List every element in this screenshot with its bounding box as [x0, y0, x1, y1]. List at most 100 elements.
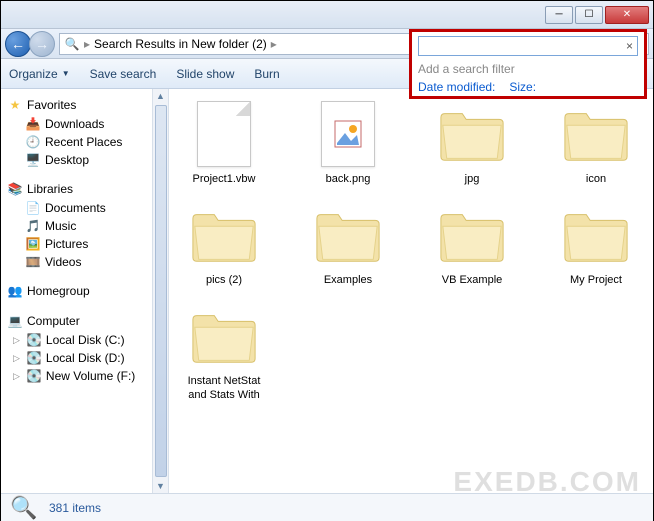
save-search-label: Save search	[90, 67, 157, 81]
sidebar-item-downloads[interactable]: 📥 Downloads	[25, 115, 150, 133]
drive-icon: 💽	[26, 368, 42, 384]
folder-icon	[561, 200, 631, 270]
star-icon: ★	[7, 97, 23, 113]
search-input[interactable]	[423, 38, 613, 54]
libraries-header[interactable]: 📚 Libraries	[7, 179, 150, 199]
documents-icon: 📄	[25, 200, 41, 216]
file-doc-icon	[189, 99, 259, 169]
item-label: Project1.vbw	[179, 173, 269, 186]
search-filter-links: Date modified: Size:	[418, 80, 638, 94]
folder-icon	[189, 200, 259, 270]
videos-icon: 🎞️	[25, 254, 41, 270]
forward-arrow-icon: →	[35, 36, 49, 52]
minimize-button[interactable]: ─	[545, 6, 573, 24]
search-glyph-icon: 🔍	[64, 36, 80, 52]
tree-expand-icon: ▷	[13, 371, 20, 382]
computer-icon: 💻	[7, 313, 23, 329]
breadcrumb-text: Search Results in New folder (2)	[94, 37, 267, 51]
slide-show-button[interactable]: Slide show	[176, 67, 234, 81]
favorites-header[interactable]: ★ Favorites	[7, 95, 150, 115]
filter-size[interactable]: Size:	[509, 80, 536, 94]
list-item[interactable]: pics (2)	[179, 200, 269, 287]
back-button[interactable]: ←	[5, 31, 31, 57]
item-label: My Project	[551, 274, 641, 287]
homegroup-group: 👥 Homegroup	[7, 281, 150, 301]
computer-header[interactable]: 💻 Computer	[7, 311, 150, 331]
music-icon: 🎵	[25, 218, 41, 234]
forward-button[interactable]: →	[29, 31, 55, 57]
item-count: 381 items	[49, 501, 101, 515]
folder-icon	[561, 99, 631, 169]
sidebar-item-music[interactable]: 🎵 Music	[25, 217, 150, 235]
list-item[interactable]: Examples	[303, 200, 393, 287]
sidebar-item-label: New Volume (F:)	[46, 369, 135, 383]
list-item[interactable]: My Project	[551, 200, 641, 287]
libraries-group: 📚 Libraries 📄 Documents 🎵 Music 🖼️Pictures…	[7, 179, 150, 271]
maximize-button[interactable]: ☐	[575, 6, 603, 24]
list-item[interactable]: VB Example	[427, 200, 517, 287]
pictures-icon: 🖼️	[25, 236, 41, 252]
burn-button[interactable]: Burn	[254, 67, 279, 81]
item-label: Examples	[303, 274, 393, 287]
search-panel-highlight: × Add a search filter Date modified: Siz…	[409, 29, 647, 99]
sidebar-item-label: Recent Places	[45, 135, 122, 149]
sidebar-item-desktop[interactable]: 🖥️Desktop	[25, 151, 150, 169]
watermark-text: EXEDB.COM	[453, 466, 641, 498]
sidebar-item-documents[interactable]: 📄 Documents	[25, 199, 150, 217]
list-item[interactable]: back.png	[303, 99, 393, 186]
libraries-icon: 📚	[7, 181, 23, 197]
list-item[interactable]: jpg	[427, 99, 517, 186]
list-item[interactable]: Project1.vbw	[179, 99, 269, 186]
sidebar-item-videos[interactable]: 🎞️Videos	[25, 253, 150, 271]
sidebar-scrollbar[interactable]: ▲ ▼	[152, 89, 168, 493]
breadcrumb-sep-icon: ▸	[84, 37, 90, 51]
recent-icon: 🕘	[25, 134, 41, 150]
folder-icon	[189, 301, 259, 371]
filter-date-modified[interactable]: Date modified:	[418, 80, 495, 94]
chevron-down-icon: ▼	[62, 69, 70, 78]
sidebar-item-label: Downloads	[45, 117, 104, 131]
sidebar-item-drive-f[interactable]: ▷💽New Volume (F:)	[25, 367, 150, 385]
downloads-icon: 📥	[25, 116, 41, 132]
tree-expand-icon: ▷	[13, 335, 20, 346]
tree-expand-icon: ▷	[13, 353, 20, 364]
sidebar-item-pictures[interactable]: 🖼️Pictures	[25, 235, 150, 253]
sidebar-item-label: Music	[45, 219, 76, 233]
scroll-thumb[interactable]	[155, 105, 167, 477]
navigation-pane: ★ Favorites 📥 Downloads 🕘 Recent Places 🖥️…	[1, 89, 169, 493]
item-label: Instant NetStat and Stats With	[179, 375, 269, 401]
sidebar-item-drive-d[interactable]: ▷💽Local Disk (D:)	[25, 349, 150, 367]
sidebar-item-recent-places[interactable]: 🕘 Recent Places	[25, 133, 150, 151]
organize-menu[interactable]: Organize ▼	[9, 67, 70, 81]
item-label: back.png	[303, 173, 393, 186]
scroll-down-icon[interactable]: ▼	[156, 479, 165, 493]
sidebar-item-label: Documents	[45, 201, 106, 215]
folder-icon	[437, 200, 507, 270]
item-label: VB Example	[427, 274, 517, 287]
list-item[interactable]: Instant NetStat and Stats With	[179, 301, 269, 401]
libraries-label: Libraries	[27, 182, 73, 196]
breadcrumb-sep-icon: ▸	[271, 37, 277, 51]
sidebar-item-label: Local Disk (C:)	[46, 333, 125, 347]
computer-label: Computer	[27, 314, 80, 328]
homegroup-label: Homegroup	[27, 284, 90, 298]
magnifier-icon: 🔍	[11, 495, 37, 521]
computer-group: 💻 Computer ▷ 💽 Local Disk (C:) ▷💽Local Dis…	[7, 311, 150, 385]
search-filter-hint: Add a search filter	[418, 62, 638, 76]
sidebar-item-drive-c[interactable]: ▷💽Local Disk (C:)	[25, 331, 150, 349]
folder-icon	[437, 99, 507, 169]
desktop-icon: 🖥️	[25, 152, 41, 168]
clear-search-button[interactable]: ×	[626, 39, 633, 53]
scroll-up-icon[interactable]: ▲	[156, 89, 165, 103]
drive-icon: 💽	[26, 332, 42, 348]
list-item[interactable]: icon	[551, 99, 641, 186]
burn-label: Burn	[254, 67, 279, 81]
file-img-icon	[313, 99, 383, 169]
favorites-group: ★ Favorites 📥 Downloads 🕘 Recent Places 🖥️…	[7, 95, 150, 169]
close-button[interactable]: ✕	[605, 6, 649, 24]
item-label: pics (2)	[179, 274, 269, 287]
search-box[interactable]: ×	[418, 36, 638, 56]
save-search-button[interactable]: Save search	[90, 67, 157, 81]
homegroup-icon: 👥	[7, 283, 23, 299]
homegroup-header[interactable]: 👥 Homegroup	[7, 281, 150, 301]
